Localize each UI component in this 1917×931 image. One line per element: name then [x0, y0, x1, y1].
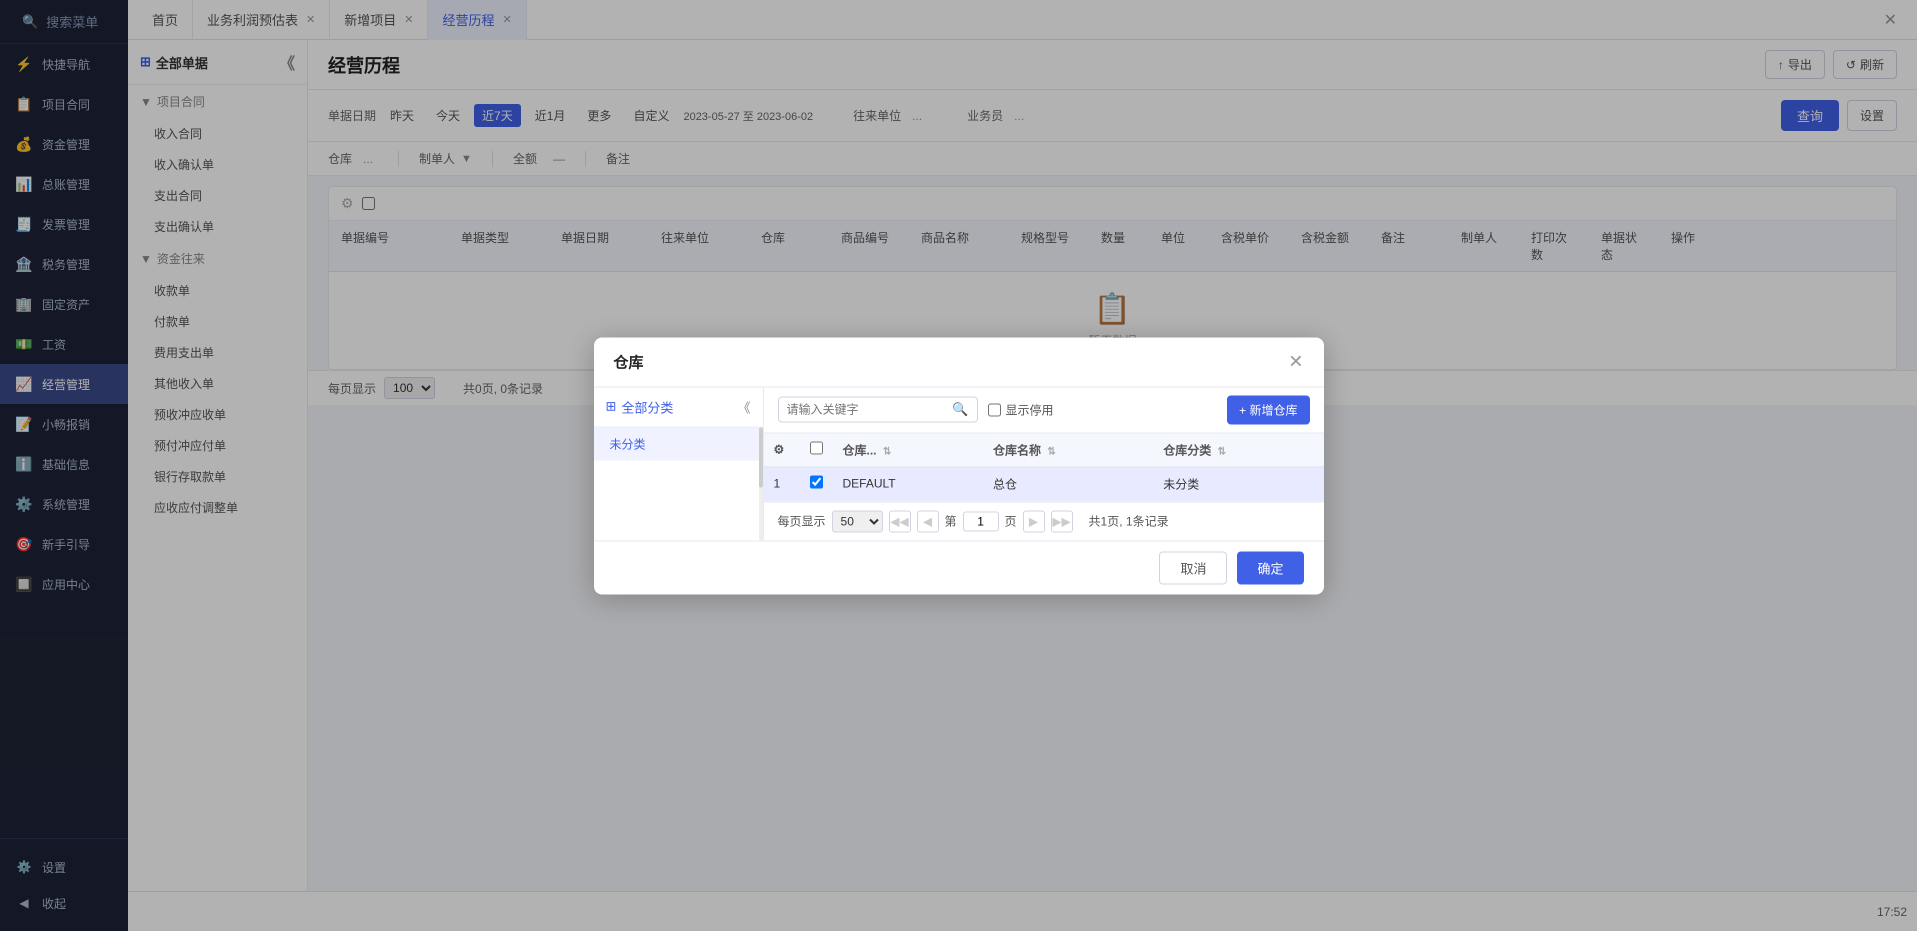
- table-header-row: ⚙ 仓库... ⇅ 仓库名称 ⇅: [764, 433, 1324, 467]
- first-page-btn[interactable]: ◀◀: [889, 510, 911, 532]
- scrollbar-thumb: [759, 427, 763, 487]
- td-code: DEFAULT: [833, 467, 983, 501]
- first-page-icon: ◀◀: [890, 514, 908, 528]
- modal-right-toolbar: 🔍 显示停用 + 新增仓库: [764, 387, 1324, 433]
- modal-pagination: 每页显示 50 100 200 ◀◀ ◀ 第 页 ▶: [764, 501, 1324, 540]
- td-row-num: 1: [764, 467, 800, 501]
- table-body: 1 DEFAULT 总仓 未分类: [764, 467, 1324, 501]
- sort-icon-name[interactable]: ⇅: [1047, 446, 1055, 457]
- next-page-icon: ▶: [1029, 514, 1038, 528]
- th-settings: ⚙: [764, 433, 800, 467]
- sort-icon-code[interactable]: ⇅: [883, 446, 891, 457]
- modal-left-collapse-btn[interactable]: 《: [737, 397, 750, 416]
- page-input[interactable]: [963, 511, 999, 531]
- table-row[interactable]: 1 DEFAULT 总仓 未分类: [764, 467, 1324, 501]
- warehouse-modal: 仓库 ✕ ⊞ 全部分类 《 未分类 🔍: [594, 337, 1324, 594]
- table-head: ⚙ 仓库... ⇅ 仓库名称 ⇅: [764, 433, 1324, 467]
- modal-body: ⊞ 全部分类 《 未分类 🔍 显示停用 + 新增仓库: [594, 387, 1324, 540]
- last-page-btn[interactable]: ▶▶: [1051, 510, 1073, 532]
- td-category: 未分类: [1153, 467, 1323, 501]
- th-warehouse-name: 仓库名称 ⇅: [983, 433, 1153, 467]
- per-page-label2: 每页显示: [778, 513, 826, 530]
- modal-left-all-label: 全部分类: [621, 397, 673, 416]
- search-box: 🔍: [778, 397, 978, 423]
- modal-title: 仓库: [614, 351, 644, 372]
- th-checkbox: [800, 433, 833, 467]
- select-all-checkbox2[interactable]: [810, 442, 823, 455]
- search-input[interactable]: [787, 403, 953, 417]
- cancel-btn[interactable]: 取消: [1159, 551, 1227, 584]
- modal-total-label: 共1页, 1条记录: [1089, 513, 1169, 530]
- td-checkbox: [800, 467, 833, 501]
- prev-page-icon: ◀: [923, 514, 932, 528]
- modal-footer: 取消 确定: [594, 540, 1324, 594]
- next-page-btn[interactable]: ▶: [1023, 510, 1045, 532]
- grid-icon2: ⊞: [606, 399, 617, 415]
- modal-left-header: ⊞ 全部分类 《: [594, 387, 763, 427]
- page-end-label: 页: [1005, 513, 1017, 530]
- search-icon2: 🔍: [952, 402, 968, 418]
- show-disabled-text: 显示停用: [1006, 401, 1054, 418]
- sort-icon-category[interactable]: ⇅: [1218, 446, 1226, 457]
- th-warehouse-code: 仓库... ⇅: [833, 433, 983, 467]
- modal-per-page-select[interactable]: 50 100 200: [832, 510, 883, 532]
- prev-page-btn[interactable]: ◀: [917, 510, 939, 532]
- gear-icon3[interactable]: ⚙: [774, 443, 785, 457]
- modal-close-btn[interactable]: ✕: [1288, 351, 1303, 372]
- modal-header: 仓库 ✕: [594, 337, 1324, 387]
- modal-left-scrollbar: [759, 427, 763, 540]
- show-disabled-label: 显示停用: [988, 401, 1054, 418]
- show-disabled-checkbox[interactable]: [988, 403, 1001, 416]
- th-warehouse-category: 仓库分类 ⇅: [1153, 433, 1323, 467]
- confirm-btn[interactable]: 确定: [1237, 551, 1303, 584]
- modal-table: ⚙ 仓库... ⇅ 仓库名称 ⇅: [764, 433, 1324, 501]
- modal-left-panel: ⊞ 全部分类 《 未分类: [594, 387, 764, 540]
- modal-right-panel: 🔍 显示停用 + 新增仓库 ⚙: [764, 387, 1324, 540]
- last-page-icon: ▶▶: [1052, 514, 1070, 528]
- td-name: 总仓: [983, 467, 1153, 501]
- add-warehouse-btn[interactable]: + 新增仓库: [1227, 395, 1309, 424]
- warehouse-table: ⚙ 仓库... ⇅ 仓库名称 ⇅: [764, 433, 1324, 501]
- modal-left-item-uncategorized[interactable]: 未分类: [594, 427, 763, 460]
- page-label2: 第: [945, 513, 957, 530]
- row-checkbox[interactable]: [810, 476, 823, 489]
